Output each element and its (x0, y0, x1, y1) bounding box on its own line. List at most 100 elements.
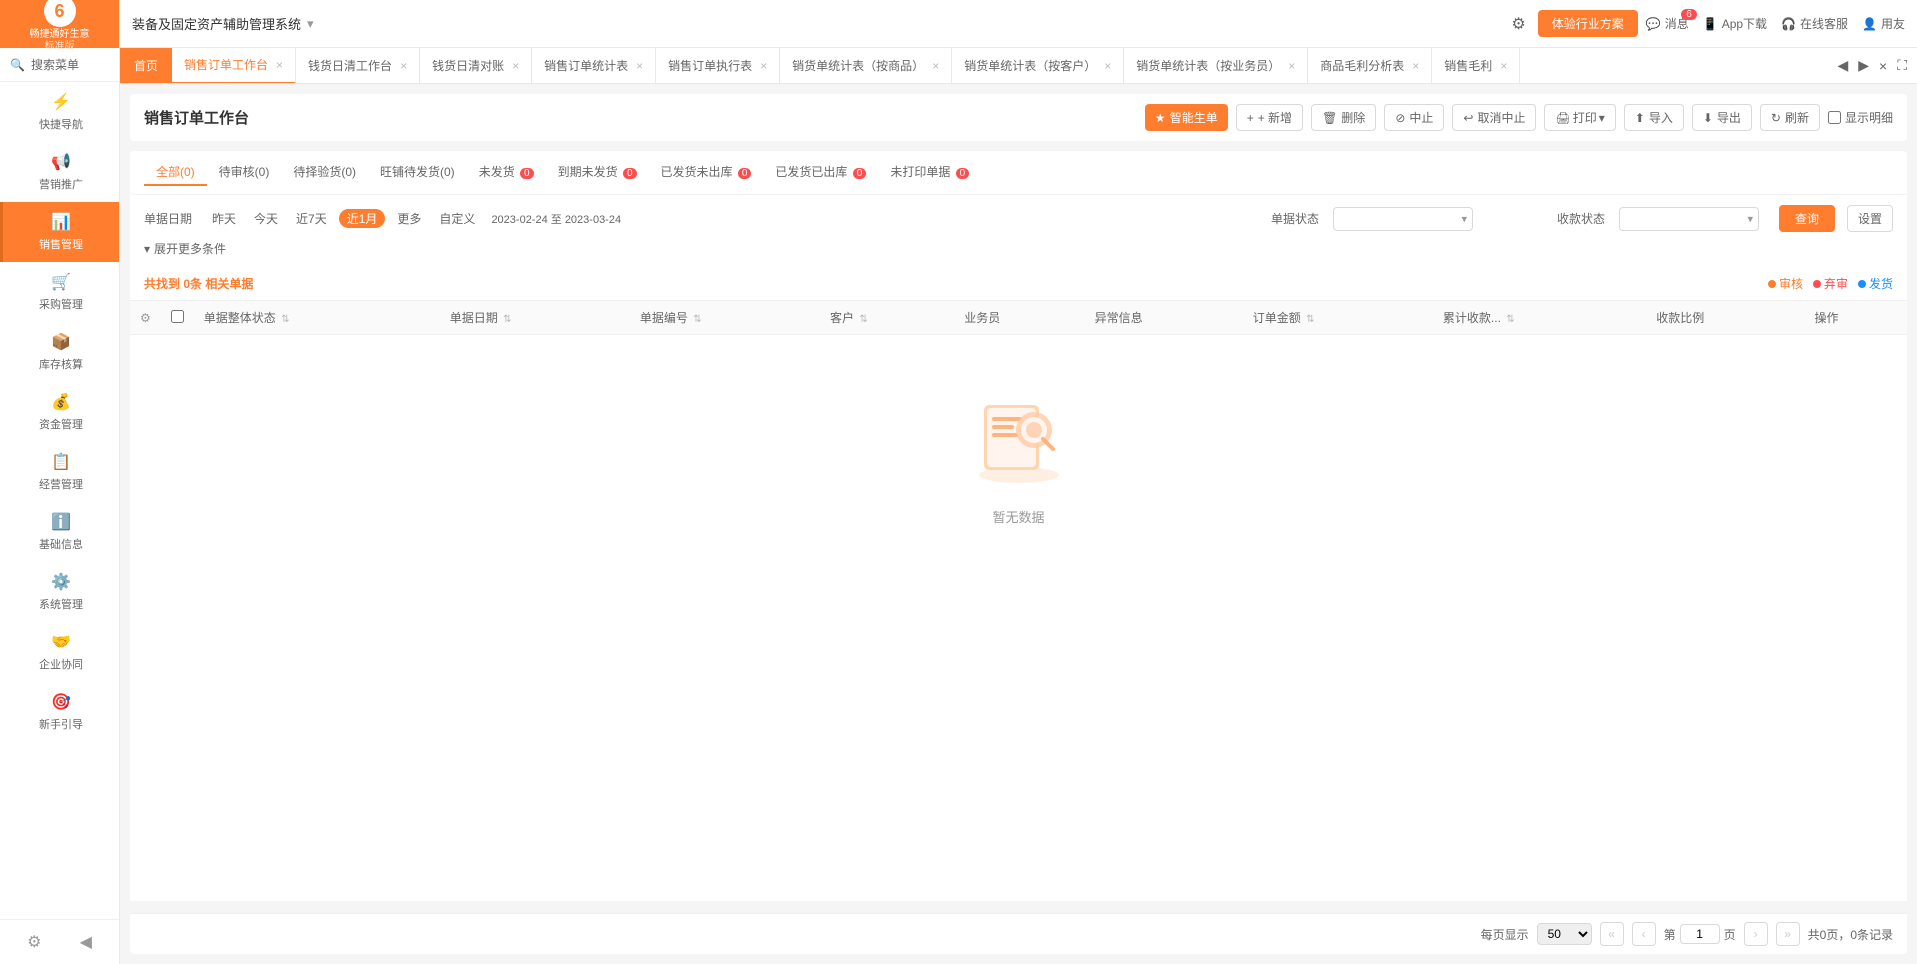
sidebar-item-collab[interactable]: 🤝 企业协同 (0, 622, 119, 682)
sort-icon-3[interactable]: ⇅ (693, 314, 701, 325)
table-scroll-area[interactable]: ⚙ 单据整体状态 ⇅ 单据日期 ⇅ 单据编号 ⇅ 客户 ⇅ 业务员 异常信息 订 (130, 301, 1907, 901)
page-input[interactable] (1680, 924, 1720, 944)
expand-conditions-button[interactable]: ▾ 展开更多条件 (144, 240, 1893, 257)
tab-sales-exec[interactable]: 销售订单执行表 × (656, 48, 780, 84)
ship-action-btn[interactable]: 发货 (1858, 275, 1893, 292)
filter-tab-pending-review[interactable]: 待审核(0) (207, 159, 282, 186)
tab-close-10-icon[interactable]: × (1500, 59, 1507, 73)
tab-salesperson-stats[interactable]: 销货单统计表（按业务员） × (1124, 48, 1308, 84)
tabs-close-all-icon[interactable]: × (1875, 56, 1891, 76)
tab-close-icon[interactable]: × (276, 58, 283, 72)
sort-icon-4[interactable]: ⇅ (859, 314, 867, 325)
sidebar-item-search[interactable]: 🔍 搜索菜单 (0, 48, 119, 82)
select-all-checkbox[interactable] (171, 310, 184, 323)
tab-close-7-icon[interactable]: × (1104, 59, 1111, 73)
review-action-btn[interactable]: 审核 (1768, 275, 1803, 292)
tab-reconcile[interactable]: 钱货日清对账 × (420, 48, 532, 84)
date-1month[interactable]: 近1月 (339, 209, 386, 228)
page-last-btn[interactable]: » (1776, 922, 1800, 946)
filter-tab-all[interactable]: 全部(0) (144, 159, 207, 186)
filter-tab-wangpu-ship[interactable]: 旺铺待发货(0) (368, 159, 467, 186)
tab-close-4-icon[interactable]: × (636, 59, 643, 73)
refresh-icon: ↻ (1771, 111, 1781, 125)
stop-button[interactable]: ⊘ 中止 (1384, 104, 1444, 131)
add-button[interactable]: + + 新增 (1236, 104, 1303, 131)
import-button[interactable]: ⬆ 导入 (1624, 104, 1684, 131)
sidebar-item-operation[interactable]: 📋 经营管理 (0, 442, 119, 502)
show-detail-input[interactable] (1828, 111, 1841, 124)
cancel-stop-button[interactable]: ↩ 取消中止 (1452, 104, 1536, 131)
print-button[interactable]: 🖨 打印 ▾ (1544, 104, 1615, 131)
tab-sales-workbench[interactable]: 销售订单工作台 × (172, 48, 296, 84)
sidebar-item-inventory[interactable]: 📦 库存核算 (0, 322, 119, 382)
filter-tab-shipped-out[interactable]: 已发货已出库 0 (763, 159, 878, 186)
print-dropdown-icon[interactable]: ▾ (1599, 111, 1605, 125)
header-settings-icon[interactable]: ⚙ (1507, 10, 1529, 38)
sidebar-item-basic[interactable]: ℹ️ 基础信息 (0, 502, 119, 562)
date-more[interactable]: 更多 (391, 208, 427, 229)
smart-gen-button[interactable]: ★ 智能生单 (1145, 104, 1228, 131)
horizontal-scrollbar[interactable] (130, 901, 1907, 913)
tab-sales-margin[interactable]: 销售毛利 × (1432, 48, 1520, 84)
tab-close-3-icon[interactable]: × (512, 59, 519, 73)
table-section: 全部(0) 待审核(0) 待择验货(0) 旺铺待发货(0) 未发货 0 到期未发… (130, 151, 1907, 954)
tab-close-6-icon[interactable]: × (932, 59, 939, 73)
sidebar-item-marketing[interactable]: 📢 营销推广 (0, 142, 119, 202)
sort-icon-2[interactable]: ⇅ (503, 314, 511, 325)
trial-button[interactable]: 体验行业方案 (1538, 10, 1638, 37)
column-settings-icon[interactable]: ⚙ (140, 311, 151, 325)
sort-icon-5[interactable]: ⇅ (1306, 314, 1314, 325)
tab-goods-stats[interactable]: 销货单统计表（按商品） × (780, 48, 952, 84)
tab-close-5-icon[interactable]: × (760, 59, 767, 73)
sidebar-item-finance[interactable]: 💰 资金管理 (0, 382, 119, 442)
dropdown-icon[interactable]: ▾ (307, 16, 314, 32)
filter-tab-pending-inspect[interactable]: 待择验货(0) (281, 159, 368, 186)
message-item[interactable]: 💬 消息 6 (1646, 15, 1689, 32)
settings-bottom-icon[interactable]: ⚙ (23, 928, 45, 956)
tab-close-2-icon[interactable]: × (400, 59, 407, 73)
sort-icon-6[interactable]: ⇅ (1506, 314, 1514, 325)
export-button[interactable]: ⬇ 导出 (1692, 104, 1752, 131)
filter-tab-unprinted[interactable]: 未打印单据 0 (878, 159, 981, 186)
online-service-item[interactable]: 🎧 在线客服 (1781, 15, 1848, 32)
tab-close-9-icon[interactable]: × (1412, 59, 1419, 73)
page-next-btn[interactable]: › (1744, 922, 1768, 946)
set-button[interactable]: 设置 (1847, 205, 1893, 232)
filter-tab-overdue-ship[interactable]: 到期未发货 0 (546, 159, 649, 186)
sidebar-item-purchase[interactable]: 🛒 采购管理 (0, 262, 119, 322)
tabs-expand-icon[interactable]: ⛶ (1893, 55, 1911, 76)
sidebar-item-sales[interactable]: 📊 销售管理 (0, 202, 119, 262)
payment-select[interactable] (1619, 207, 1759, 231)
app-download-item[interactable]: 📱 App下载 (1703, 15, 1767, 32)
query-button[interactable]: 查询 (1779, 205, 1835, 232)
tabs-left-nav-icon[interactable]: ◀ (1833, 55, 1852, 76)
tab-daily-clear[interactable]: 钱货日清工作台 × (296, 48, 420, 84)
collapse-icon[interactable]: ◀ (76, 928, 96, 956)
per-page-select[interactable]: 50 100 200 (1537, 923, 1592, 945)
show-detail-checkbox[interactable]: 显示明细 (1828, 109, 1893, 126)
date-7days[interactable]: 近7天 (290, 208, 333, 229)
sidebar-item-system[interactable]: ⚙️ 系统管理 (0, 562, 119, 622)
status-select[interactable] (1333, 207, 1473, 231)
sidebar-item-guide[interactable]: 🎯 新手引导 (0, 682, 119, 742)
date-yesterday[interactable]: 昨天 (206, 208, 242, 229)
tab-home[interactable]: 首页 (120, 48, 172, 84)
tab-close-8-icon[interactable]: × (1288, 59, 1295, 73)
date-custom[interactable]: 自定义 (433, 208, 481, 229)
sort-icon-1[interactable]: ⇅ (281, 314, 289, 325)
delete-icon: 🗑 (1322, 111, 1337, 125)
page-first-btn[interactable]: « (1600, 922, 1624, 946)
cancel-review-action-btn[interactable]: 弃审 (1813, 275, 1848, 292)
page-prev-btn[interactable]: ‹ (1632, 922, 1656, 946)
user-item[interactable]: 👤 用友 (1862, 15, 1905, 32)
filter-tab-shipped-not-out[interactable]: 已发货未出库 0 (649, 159, 764, 186)
refresh-button[interactable]: ↻ 刷新 (1760, 104, 1820, 131)
date-today[interactable]: 今天 (248, 208, 284, 229)
delete-button[interactable]: 🗑 删除 (1311, 104, 1376, 131)
tab-sales-stats[interactable]: 销售订单统计表 × (532, 48, 656, 84)
tab-customer-stats[interactable]: 销货单统计表（按客户） × (952, 48, 1124, 84)
sidebar-item-quicknav[interactable]: ⚡ 快捷导航 (0, 82, 119, 142)
tab-margin-analysis[interactable]: 商品毛利分析表 × (1308, 48, 1432, 84)
filter-tab-unshipped[interactable]: 未发货 0 (467, 159, 546, 186)
tabs-right-nav-icon[interactable]: ▶ (1854, 55, 1873, 76)
